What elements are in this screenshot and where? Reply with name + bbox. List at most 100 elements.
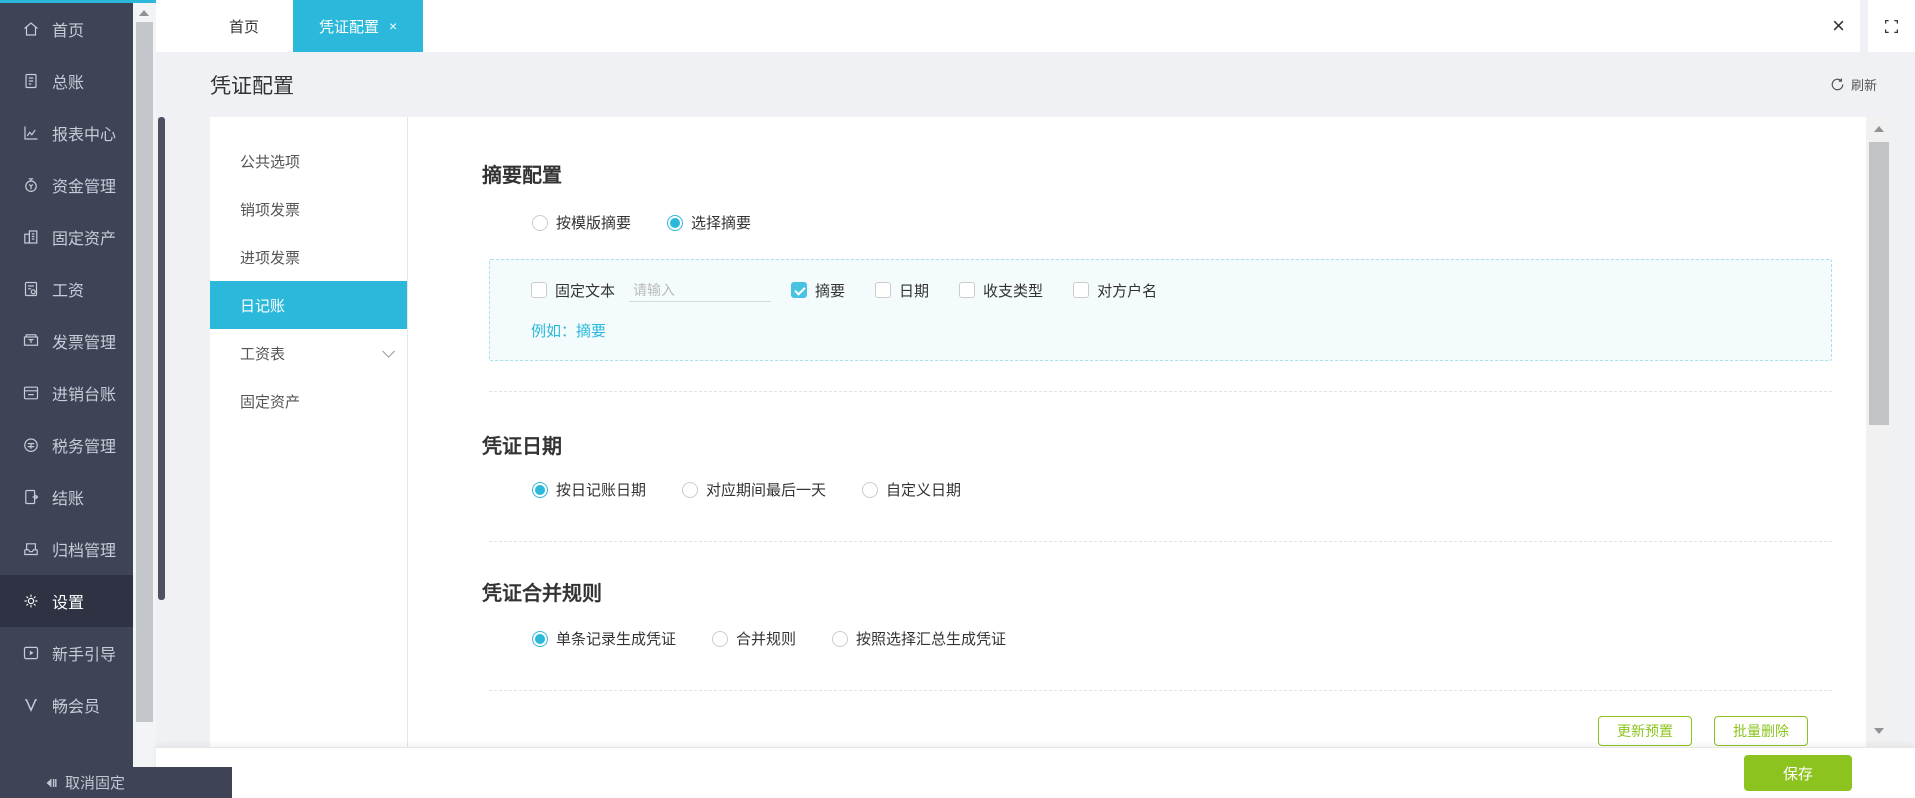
config-content: 摘要配置 按模版摘要 选择摘要 固定文本 请输入 摘要 日期 收支类型 对方户名… [408, 117, 1866, 747]
merge-rule-title: 凭证合并规则 [482, 583, 602, 605]
home-icon [24, 22, 38, 36]
summary-options-box: 固定文本 摘要 日期 [489, 259, 1832, 361]
fullscreen-button[interactable] [1860, 0, 1915, 52]
member-icon [24, 699, 38, 713]
tab-voucher-config[interactable]: 凭证配置 × [293, 0, 424, 52]
save-button[interactable]: 保存 [1744, 755, 1852, 791]
window-close-button[interactable]: × [1817, 0, 1860, 52]
batch-delete-button[interactable]: 批量删除 [1714, 716, 1808, 746]
radio-single-record[interactable]: 单条记录生成凭证 [532, 628, 676, 649]
checkbox-fixed-text[interactable]: 固定文本 [531, 280, 615, 301]
panel-scrollbar-thumb[interactable] [158, 117, 165, 600]
sidebar-item-tax[interactable]: 税务管理 [0, 419, 133, 471]
collapse-left-icon [46, 778, 57, 787]
radio-journal-date[interactable]: 按日记账日期 [532, 479, 646, 500]
refresh-button[interactable]: 刷新 [1830, 75, 1877, 94]
radio-period-last-day[interactable]: 对应期间最后一天 [682, 479, 826, 500]
summary-config-title: 摘要配置 [482, 165, 562, 187]
radio-selected-icon[interactable] [532, 481, 548, 498]
config-nav-item-input-invoice[interactable]: 进项发票 [210, 233, 407, 281]
config-nav-label: 公共选项 [240, 153, 301, 171]
radio-custom-date[interactable]: 自定义日期 [862, 479, 961, 500]
scroll-up-icon[interactable] [1874, 126, 1884, 132]
config-nav-item-salary-sheet[interactable]: 工资表 [210, 329, 407, 377]
sidebar-item-general-ledger[interactable]: 总账 [0, 55, 133, 107]
checkbox-icon[interactable] [875, 282, 892, 299]
top-accent-bar [0, 0, 156, 3]
radio-label: 合并规则 [736, 631, 797, 648]
sidebar-item-purchase-sales-ledger[interactable]: 进销台账 [0, 367, 133, 419]
checkbox-label: 收支类型 [983, 282, 1044, 300]
invoice-icon [23, 334, 39, 346]
page-title: 凭证配置 [210, 74, 294, 98]
config-nav-label: 工资表 [240, 345, 286, 363]
sidebar-item-closing[interactable]: 结账 [0, 471, 133, 523]
chevron-down-icon [382, 344, 395, 358]
sidebar-item-label: 新手引导 [52, 647, 117, 664]
checkbox-checked-icon[interactable] [791, 282, 808, 299]
checkbox-icon[interactable] [1073, 282, 1090, 299]
report-center-icon [24, 126, 38, 140]
radio-label: 对应期间最后一天 [706, 482, 827, 499]
footer-bar: 保存 [156, 747, 1915, 798]
merge-rule-radio-row: 单条记录生成凭证 合并规则 按照选择汇总生成凭证 [532, 628, 1832, 649]
radio-merge-rule[interactable]: 合并规则 [712, 628, 796, 649]
checkbox-summary[interactable]: 摘要 [791, 280, 845, 301]
fixed-text-input[interactable] [629, 278, 772, 302]
radio-selected-icon[interactable] [532, 630, 548, 647]
config-nav-item-journal[interactable]: 日记账 [210, 281, 407, 329]
config-nav-item-fixed-assets[interactable]: 固定资产 [210, 377, 407, 425]
sidebar-item-home[interactable]: 首页 [0, 3, 133, 55]
radio-icon[interactable] [832, 630, 849, 647]
tab-close-icon[interactable]: × [389, 18, 397, 34]
collapse-sidebar-button[interactable]: 取消固定 [0, 767, 232, 798]
config-nav-item-output-invoice[interactable]: 销项发票 [210, 185, 407, 233]
radio-icon[interactable] [862, 481, 879, 498]
radio-label: 选择摘要 [691, 215, 752, 232]
checkbox-icon[interactable] [531, 282, 547, 299]
scroll-up-icon[interactable] [139, 10, 149, 16]
sidebar-item-label: 发票管理 [52, 335, 117, 352]
sidebar-scrollbar-thumb[interactable] [136, 22, 153, 722]
update-preset-button[interactable]: 更新预置 [1598, 716, 1692, 746]
sidebar-item-settings[interactable]: 设置 [0, 575, 133, 627]
radio-label: 自定义日期 [886, 482, 962, 499]
sidebar-item-salary[interactable]: 工资 [0, 263, 133, 315]
tab-home[interactable]: 首页 [213, 0, 275, 52]
checkbox-income-expense-type[interactable]: 收支类型 [959, 280, 1043, 301]
sidebar-item-report-center[interactable]: 报表中心 [0, 107, 133, 159]
sidebar-item-invoice[interactable]: 发票管理 [0, 315, 133, 367]
sidebar-item-label: 畅会员 [52, 699, 101, 716]
sidebar-scrollbar[interactable] [133, 0, 156, 798]
sidebar-item-label: 设置 [52, 595, 85, 612]
preset-buttons: 更新预置 批量删除 [1598, 716, 1808, 746]
config-nav-item-common-options[interactable]: 公共选项 [210, 137, 407, 185]
config-nav-label: 销项发票 [240, 201, 301, 219]
window-controls: × [1817, 0, 1915, 52]
checkbox-icon[interactable] [959, 282, 976, 299]
sidebar-item-funds[interactable]: 资金管理 [0, 159, 133, 211]
radio-icon[interactable] [682, 481, 699, 498]
radio-icon[interactable] [532, 214, 548, 231]
sidebar-item-beginner-guide[interactable]: 新手引导 [0, 627, 133, 679]
checkbox-label: 摘要 [815, 282, 846, 300]
beginner-guide-icon [23, 646, 39, 660]
checkbox-counterparty-name[interactable]: 对方户名 [1073, 280, 1157, 301]
scroll-down-icon[interactable] [1874, 728, 1884, 734]
radio-select-summary[interactable]: 选择摘要 [667, 212, 751, 233]
sidebar-item-member[interactable]: 畅会员 [0, 679, 133, 731]
sidebar-item-archive[interactable]: 归档管理 [0, 523, 133, 575]
content-scrollbar-thumb[interactable] [1869, 142, 1889, 425]
config-nav: 公共选项 销项发票 进项发票 日记账 工资表 固定资产 [210, 117, 408, 747]
tab-bar: 首页 凭证配置 × × [156, 0, 1915, 52]
sidebar-item-fixed-assets[interactable]: 固定资产 [0, 211, 133, 263]
radio-label: 单条记录生成凭证 [556, 631, 677, 648]
checkbox-date[interactable]: 日期 [875, 280, 929, 301]
sidebar-item-label: 归档管理 [52, 543, 117, 560]
radio-template-summary[interactable]: 按模版摘要 [532, 212, 631, 233]
radio-icon[interactable] [712, 630, 729, 647]
radio-selected-icon[interactable] [667, 214, 684, 231]
content-scrollbar[interactable] [1866, 117, 1892, 747]
summary-options-row: 固定文本 摘要 日期 [531, 278, 1831, 302]
radio-summarize-by-selection[interactable]: 按照选择汇总生成凭证 [832, 628, 1006, 649]
